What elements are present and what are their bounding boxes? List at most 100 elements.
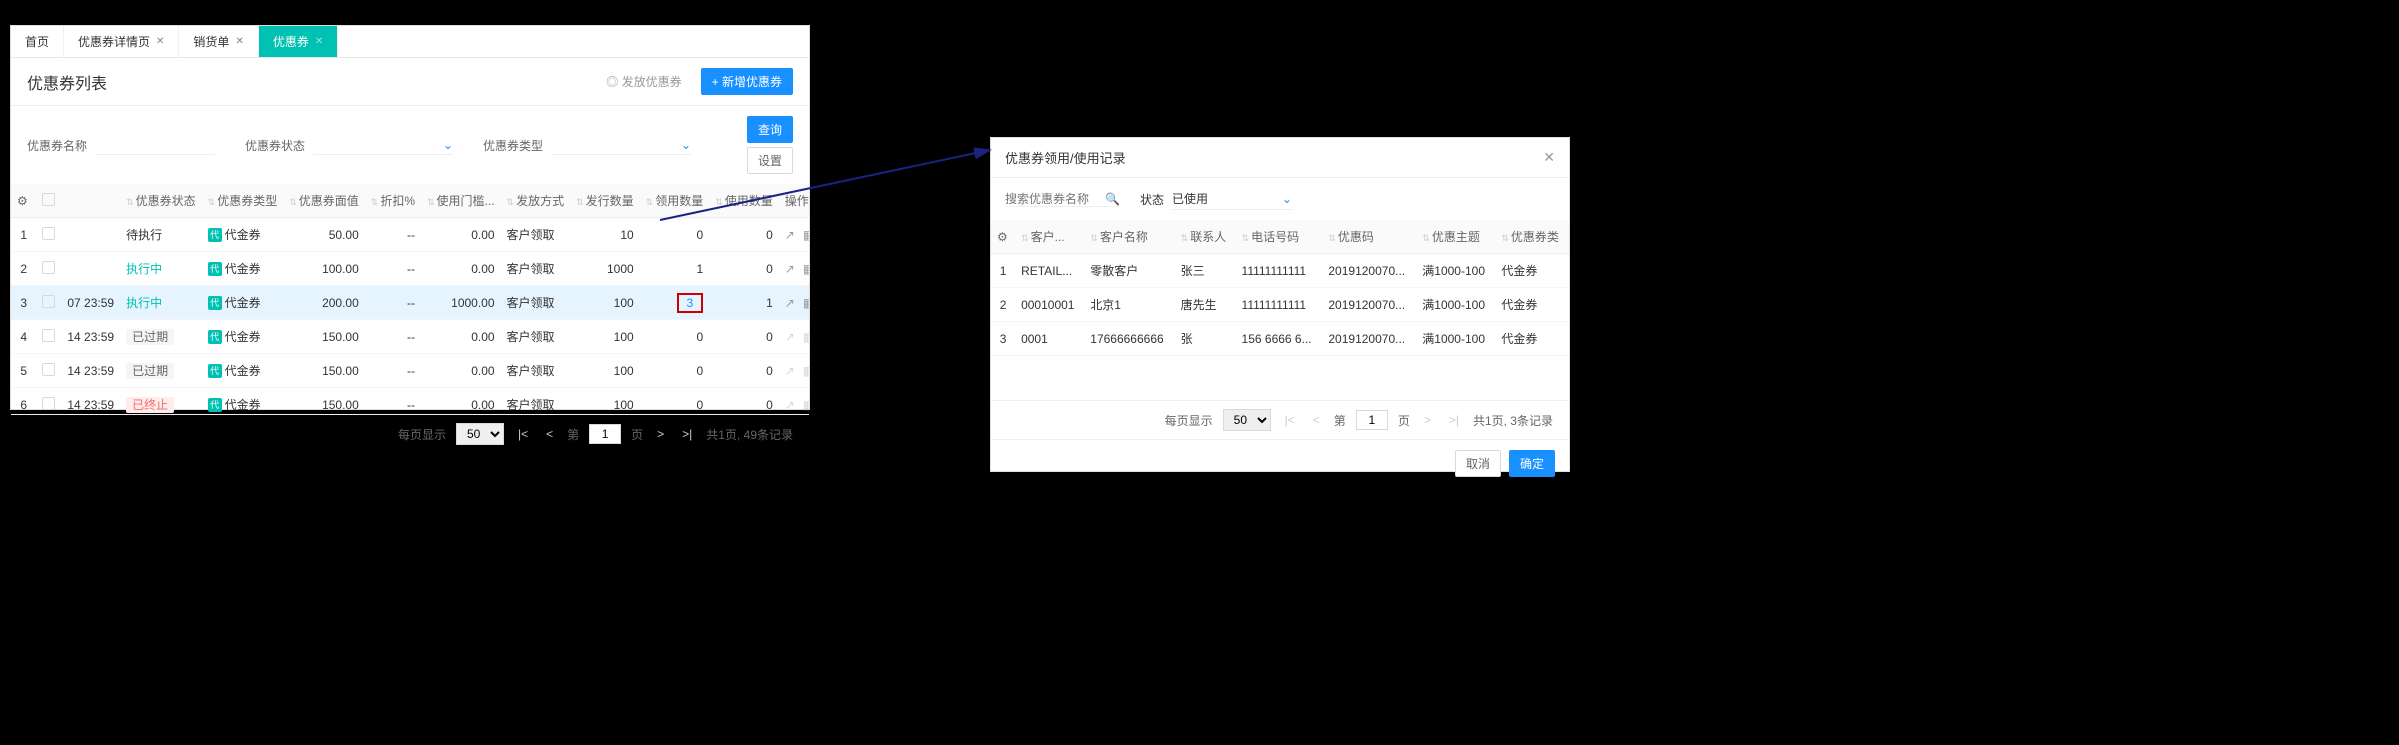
prev-page-button[interactable]: < (1309, 413, 1324, 427)
col-gear[interactable]: ⚙ (11, 184, 36, 218)
filter-name-input[interactable] (95, 135, 215, 155)
col-discount[interactable]: ⇅折扣% (365, 184, 421, 218)
page-input[interactable] (1356, 410, 1388, 430)
cell-check[interactable] (36, 252, 61, 286)
cell-check[interactable] (36, 286, 61, 320)
modal-search-input[interactable] (1005, 192, 1105, 206)
sort-icon[interactable]: ⇅ (507, 197, 515, 207)
sort-icon[interactable]: ⇅ (289, 197, 297, 207)
sort-icon[interactable]: ⇅ (1328, 233, 1336, 243)
col-claim[interactable]: ⇅领用数量 (640, 184, 710, 218)
sort-icon[interactable]: ⇅ (208, 197, 216, 207)
qr-icon[interactable]: ▦ (803, 262, 809, 276)
cancel-button[interactable]: 取消 (1455, 450, 1501, 477)
settings-button[interactable]: 设置 (747, 147, 793, 174)
col-cust-name[interactable]: ⇅客户名称 (1084, 220, 1174, 254)
qr-icon[interactable]: ▦ (803, 330, 809, 344)
table-row[interactable]: 307 23:59执行中代代金券200.00--1000.00客户领取10031… (11, 286, 809, 320)
last-page-button[interactable]: >| (1445, 413, 1463, 427)
sort-icon[interactable]: ⇅ (1501, 233, 1509, 243)
last-page-button[interactable]: >| (678, 427, 696, 441)
table-row[interactable]: 514 23:59已过期代代金券150.00--0.00客户领取10000↗▦ (11, 354, 809, 388)
qr-icon[interactable]: ▦ (803, 296, 809, 310)
cell-face: 150.00 (283, 320, 365, 354)
col-contact[interactable]: ⇅联系人 (1175, 220, 1236, 254)
col-issue[interactable]: ⇅发行数量 (570, 184, 640, 218)
close-icon[interactable]: ✕ (235, 36, 243, 47)
modal-status-select[interactable]: 已使用 ⌄ (1172, 188, 1292, 210)
close-icon[interactable]: ✕ (156, 36, 164, 47)
cell-check[interactable] (36, 218, 61, 252)
open-icon[interactable]: ↗ (785, 296, 795, 310)
col-subject[interactable]: ⇅优惠主题 (1416, 220, 1495, 254)
next-page-button[interactable]: > (653, 427, 668, 441)
cell-use: 0 (709, 388, 779, 415)
qr-icon[interactable]: ▦ (803, 364, 809, 378)
sort-icon[interactable]: ⇅ (646, 197, 654, 207)
modal-table-wrap[interactable]: ⚙⇅客户...⇅客户名称⇅联系人⇅电话号码⇅优惠码⇅优惠主题⇅优惠券类 1RET… (991, 220, 1569, 400)
col-type[interactable]: ⇅优惠券类 (1495, 220, 1569, 254)
next-page-button[interactable]: > (1420, 413, 1435, 427)
table-row[interactable]: 2执行中代代金券100.00--0.00客户领取100010↗▦ (11, 252, 809, 286)
col-use[interactable]: ⇅使用数量 (709, 184, 779, 218)
sort-icon[interactable]: ⇅ (427, 197, 435, 207)
col-phone[interactable]: ⇅电话号码 (1236, 220, 1323, 254)
col-code[interactable]: ⇅优惠码 (1322, 220, 1416, 254)
tab-优惠券[interactable]: 优惠券✕ (259, 26, 338, 57)
open-icon[interactable]: ↗ (785, 330, 795, 344)
qr-icon[interactable]: ▦ (803, 228, 809, 242)
qr-icon[interactable]: ▦ (803, 398, 809, 412)
col-cust-code[interactable]: ⇅客户... (1015, 220, 1084, 254)
tab-销货单[interactable]: 销货单✕ (179, 26, 258, 57)
tab-首页[interactable]: 首页 (11, 26, 64, 57)
col-threshold[interactable]: ⇅使用门槛... (421, 184, 501, 218)
search-icon[interactable]: 🔍 (1105, 192, 1120, 206)
prev-page-button[interactable]: < (542, 427, 557, 441)
table-row[interactable]: 614 23:59已终止代代金券150.00--0.00客户领取10000↗▦ (11, 388, 809, 415)
per-page-select[interactable]: 50 (1223, 409, 1271, 431)
table-row[interactable]: 200010001北京1唐先生111111111112019120070...满… (991, 288, 1569, 322)
sort-icon[interactable]: ⇅ (1181, 233, 1189, 243)
open-icon[interactable]: ↗ (785, 364, 795, 378)
confirm-button[interactable]: 确定 (1509, 450, 1555, 477)
close-icon[interactable]: ✕ (315, 36, 323, 47)
tab-优惠券详情页[interactable]: 优惠券详情页✕ (64, 26, 179, 57)
open-icon[interactable]: ↗ (785, 262, 795, 276)
open-icon[interactable]: ↗ (785, 398, 795, 412)
col-gear[interactable]: ⚙ (991, 220, 1015, 254)
per-page-select[interactable]: 50 (456, 423, 504, 445)
table-row[interactable]: 414 23:59已过期代代金券150.00--0.00客户领取10000↗▦ (11, 320, 809, 354)
sort-icon[interactable]: ⇅ (371, 197, 379, 207)
coupon-table-wrap[interactable]: ⚙ ⇅优惠券状态⇅优惠券类型⇅优惠券面值⇅折扣%⇅使用门槛...⇅发放方式⇅发行数… (11, 184, 809, 414)
query-button[interactable]: 查询 (747, 116, 793, 143)
sort-icon[interactable]: ⇅ (576, 197, 584, 207)
filter-status-select[interactable]: ⌄ (313, 136, 453, 155)
col-face[interactable]: ⇅优惠券面值 (283, 184, 365, 218)
table-row[interactable]: 3000117666666666张156 6666 6...2019120070… (991, 322, 1569, 356)
sort-icon[interactable]: ⇅ (1021, 233, 1029, 243)
page-input[interactable] (589, 424, 621, 444)
cell-check[interactable] (36, 388, 61, 415)
col-type[interactable]: ⇅优惠券类型 (202, 184, 284, 218)
open-icon[interactable]: ↗ (785, 228, 795, 242)
claim-link[interactable]: 3 (677, 293, 704, 313)
col-check[interactable] (36, 184, 61, 218)
sort-icon[interactable]: ⇅ (715, 197, 723, 207)
sort-icon[interactable]: ⇅ (1090, 233, 1098, 243)
first-page-button[interactable]: |< (514, 427, 532, 441)
col-dist[interactable]: ⇅发放方式 (501, 184, 571, 218)
distribute-coupon-button[interactable]: ◎ 发放优惠券 (595, 68, 692, 95)
cell-check[interactable] (36, 320, 61, 354)
col-status[interactable]: ⇅优惠券状态 (120, 184, 202, 218)
first-page-button[interactable]: |< (1281, 413, 1299, 427)
close-icon[interactable]: ✕ (1543, 149, 1555, 166)
sort-icon[interactable]: ⇅ (126, 197, 134, 207)
sort-icon[interactable]: ⇅ (1422, 233, 1430, 243)
filter-type-select[interactable]: ⌄ (551, 136, 691, 155)
cell-check[interactable] (36, 354, 61, 388)
cell-thr: 0.00 (421, 354, 501, 388)
table-row[interactable]: 1待执行代代金券50.00--0.00客户领取1000↗▦ (11, 218, 809, 252)
sort-icon[interactable]: ⇅ (1242, 233, 1250, 243)
table-row[interactable]: 1RETAIL...零散客户张三111111111112019120070...… (991, 254, 1569, 288)
add-coupon-button[interactable]: + 新增优惠券 (701, 68, 793, 95)
